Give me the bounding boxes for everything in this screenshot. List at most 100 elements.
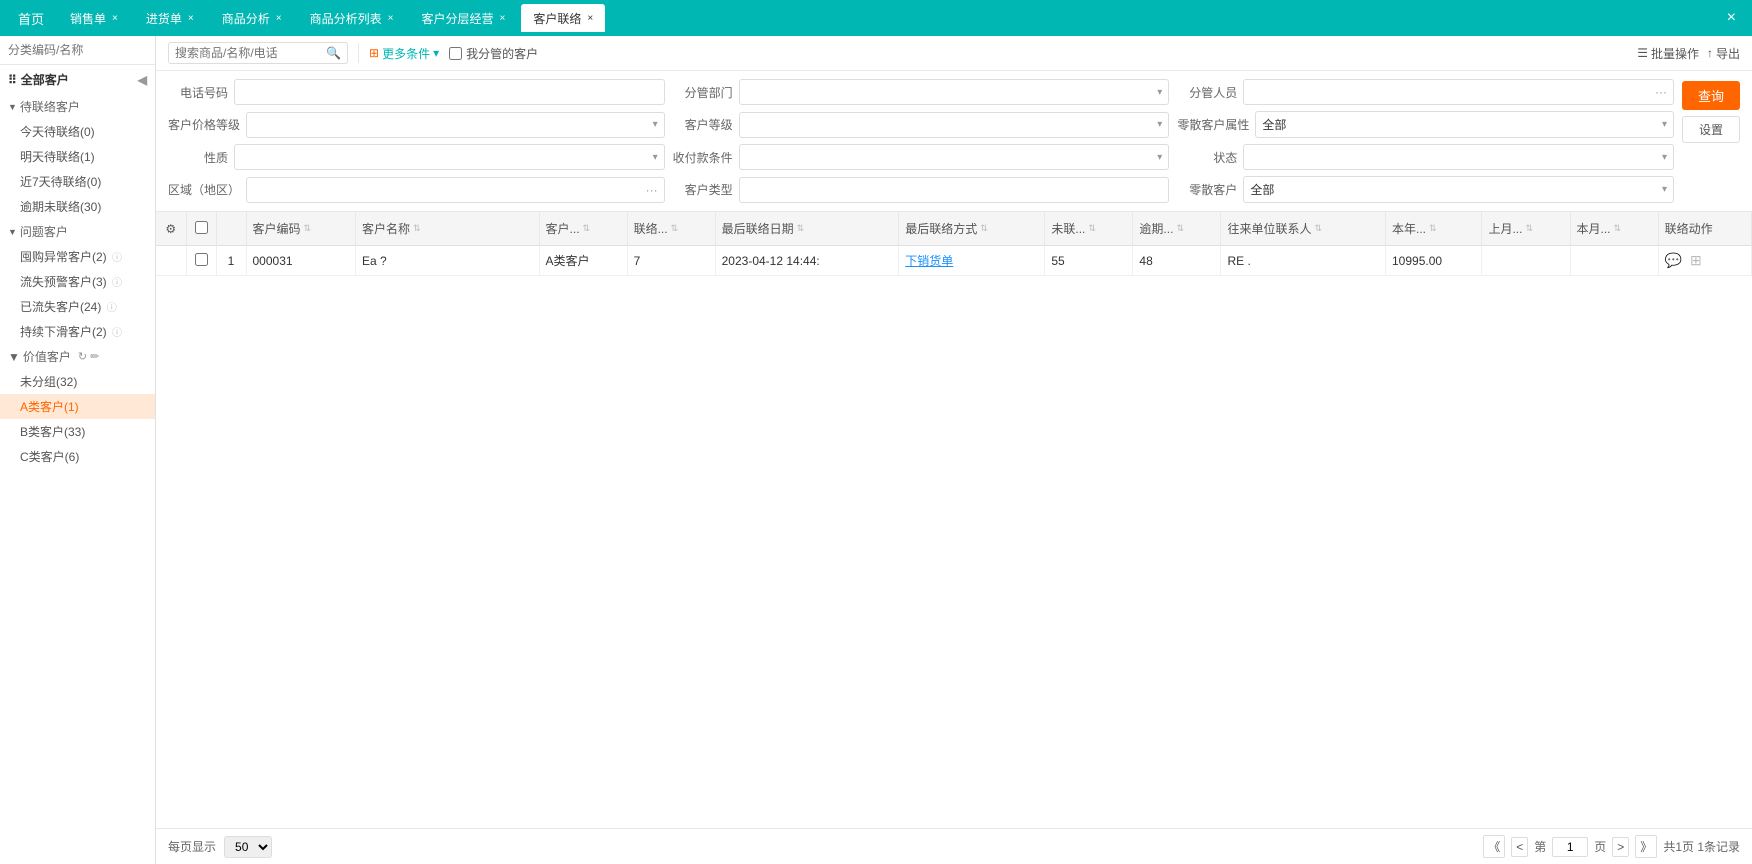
th-no-contact[interactable]: 未联... ⇅ [1045, 212, 1133, 246]
tab-sales[interactable]: 销售单 × [58, 4, 130, 32]
price-level-select[interactable]: ▾ [246, 112, 665, 138]
close-tab-customer-segment[interactable]: × [499, 13, 505, 24]
filter-cell-customer-level: 客户等级 ▾ [673, 112, 1170, 138]
filter-more-btn[interactable]: ⊞ 更多条件 ▾ [369, 45, 439, 62]
th-gear[interactable]: ⚙ [156, 212, 186, 246]
first-page-btn[interactable]: 《 [1483, 835, 1505, 858]
th-name[interactable]: 客户名称 ⇅ [355, 212, 539, 246]
tab-purchase[interactable]: 进货单 × [134, 4, 206, 32]
tab-customer-contact[interactable]: 客户联络 × [521, 4, 605, 32]
select-all-checkbox[interactable] [195, 221, 208, 234]
batch-op-icon: ☰ [1637, 46, 1648, 60]
retail-attr-select[interactable]: 全部 ▾ [1255, 111, 1674, 138]
sidebar-item-7days[interactable]: 近7天待联络(0) [0, 169, 155, 194]
last-page-btn[interactable]: 》 [1635, 835, 1657, 858]
sidebar-item-b-class[interactable]: B类客户(33) [0, 419, 155, 444]
dept-caret-icon: ▾ [1157, 87, 1162, 98]
th-checkbox[interactable] [186, 212, 216, 246]
sort-code-icon: ⇅ [304, 223, 312, 234]
sidebar-item-overdue[interactable]: 逾期未联络(30) [0, 194, 155, 219]
next-page-btn[interactable]: > [1612, 837, 1629, 857]
filter-icon: ⊞ [369, 46, 379, 60]
sidebar-item-today[interactable]: 今天待联络(0) [0, 119, 155, 144]
my-customers-checkbox[interactable]: 我分管的客户 [449, 45, 538, 62]
app-close-button[interactable]: × [1719, 9, 1744, 27]
status-select[interactable]: ▾ [1243, 144, 1674, 170]
filter-search-input[interactable] [175, 46, 322, 60]
th-type[interactable]: 客户... ⇅ [539, 212, 627, 246]
filter-cell-status: 状态 ▾ [1177, 144, 1674, 170]
main-layout: 🔍 ⠿ 全部客户 ◀ ▼ 待联络客户 今天待联络(0) 明天待联络(1) 近7天… [0, 36, 1752, 864]
th-last-method[interactable]: 最后联络方式 ⇅ [899, 212, 1045, 246]
close-tab-sales[interactable]: × [112, 13, 118, 24]
setting-button[interactable]: 设置 [1682, 116, 1740, 143]
query-button[interactable]: 查询 [1682, 81, 1740, 110]
sidebar-group-pending[interactable]: ▼ 待联络客户 [0, 94, 155, 119]
row-checkbox[interactable] [195, 253, 208, 266]
close-tab-purchase[interactable]: × [188, 13, 194, 24]
refresh-icon[interactable]: ↻ [78, 350, 87, 363]
prev-page-btn[interactable]: < [1511, 837, 1528, 857]
retail-customer-select[interactable]: 全部 ▾ [1243, 176, 1674, 203]
nature-select[interactable]: ▾ [234, 144, 665, 170]
payment-select[interactable]: ▾ [739, 144, 1170, 170]
th-unit-contact[interactable]: 往来单位联系人 ⇅ [1221, 212, 1386, 246]
td-action: 💬 ⊞ [1658, 246, 1751, 276]
th-overdue[interactable]: 逾期... ⇅ [1133, 212, 1221, 246]
th-this-year[interactable]: 本年... ⇅ [1386, 212, 1482, 246]
retail-attr-label: 零散客户属性 [1177, 116, 1249, 133]
sidebar-item-churned[interactable]: 已流失客户(24) ⓘ [0, 294, 155, 319]
dept-select[interactable]: ▾ [739, 79, 1170, 105]
th-code[interactable]: 客户编码 ⇅ [246, 212, 355, 246]
sidebar-search-input[interactable] [8, 43, 156, 57]
close-tab-analysis-list[interactable]: × [388, 13, 394, 24]
my-customers-check-input[interactable] [449, 47, 462, 60]
customer-level-select[interactable]: ▾ [739, 112, 1170, 138]
last-method-link[interactable]: 下销货单 [905, 254, 953, 268]
close-tab-customer-contact[interactable]: × [587, 13, 593, 24]
action-chat-icon[interactable]: 💬 [1665, 252, 1682, 269]
sidebar-all-customers[interactable]: ⠿ 全部客户 ◀ [0, 65, 155, 94]
sort-type-icon: ⇅ [583, 223, 591, 234]
sidebar-item-c-class[interactable]: C类客户(6) [0, 444, 155, 469]
sidebar-group-value[interactable]: ▼ 价值客户 ↻ ✏ [0, 344, 155, 369]
close-tab-analysis[interactable]: × [276, 13, 282, 24]
sidebar-collapse-btn[interactable]: ◀ [138, 73, 147, 87]
th-contact[interactable]: 联络... ⇅ [627, 212, 715, 246]
tab-customer-segment[interactable]: 客户分层经营 × [409, 4, 517, 32]
sidebar-item-ungroup[interactable]: 未分组(32) [0, 369, 155, 394]
retail-customer-label: 零散客户 [1177, 181, 1237, 198]
customer-type-input[interactable] [739, 177, 1170, 203]
th-this-month[interactable]: 本月... ⇅ [1570, 212, 1658, 246]
page-end-label: 页 [1594, 838, 1606, 855]
content-area: 🔍 ⊞ 更多条件 ▾ 我分管的客户 ☰ 批量操作 ↑ 导出 [156, 36, 1752, 864]
phone-input[interactable] [234, 79, 665, 105]
person-select[interactable]: ··· [1243, 79, 1674, 105]
td-checkbox[interactable] [186, 246, 216, 276]
tab-analysis-list[interactable]: 商品分析列表 × [298, 4, 406, 32]
payment-label: 收付款条件 [673, 149, 733, 166]
sidebar-item-declining[interactable]: 持续下滑客户(2) ⓘ [0, 319, 155, 344]
export-button[interactable]: ↑ 导出 [1707, 45, 1740, 62]
batch-op-button[interactable]: ☰ 批量操作 [1637, 45, 1699, 62]
phone-label: 电话号码 [168, 84, 228, 101]
dept-label: 分管部门 [673, 84, 733, 101]
filter-cell-region: 区域（地区） ··· [168, 177, 665, 203]
th-last-month[interactable]: 上月... ⇅ [1482, 212, 1570, 246]
page-size-select[interactable]: 50 [224, 836, 272, 858]
sidebar-item-hoard[interactable]: 囤购异常客户(2) ⓘ [0, 244, 155, 269]
region-select[interactable]: ··· [246, 177, 665, 203]
th-last-date[interactable]: 最后联络日期 ⇅ [715, 212, 899, 246]
sidebar-item-churn-warning[interactable]: 流失预警客户(3) ⓘ [0, 269, 155, 294]
sidebar-item-a-class[interactable]: A类客户(1) [0, 394, 155, 419]
td-last-method[interactable]: 下销货单 [899, 246, 1045, 276]
edit-icon[interactable]: ✏ [90, 350, 99, 363]
tab-analysis[interactable]: 商品分析 × [210, 4, 294, 32]
sidebar-group-problem[interactable]: ▼ 问题客户 [0, 219, 155, 244]
td-unit-contact: RE . [1221, 246, 1386, 276]
info-icon-churn-warning: ⓘ [112, 278, 122, 289]
page-input[interactable] [1552, 837, 1588, 857]
nav-home[interactable]: 首页 [8, 9, 54, 28]
action-grid-icon[interactable]: ⊞ [1690, 252, 1702, 269]
sidebar-item-tomorrow[interactable]: 明天待联络(1) [0, 144, 155, 169]
